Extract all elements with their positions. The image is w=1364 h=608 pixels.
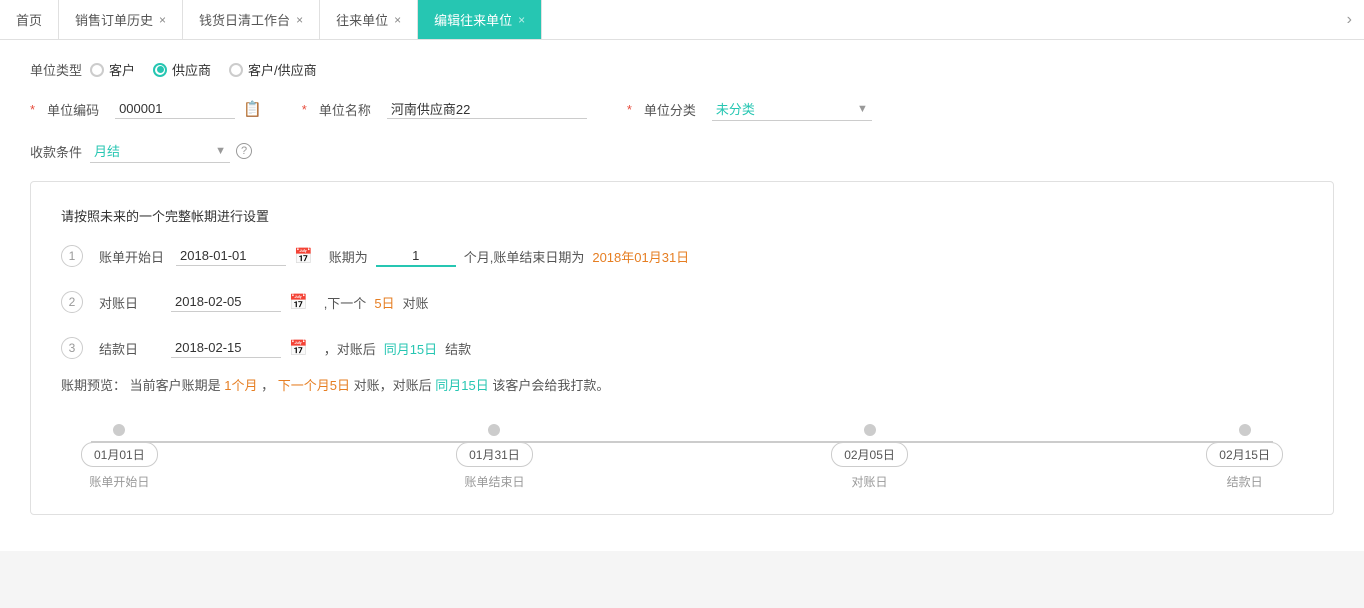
step-3-text1: ，对账后 — [324, 339, 376, 358]
step-3-text2: 结款 — [445, 339, 471, 358]
preview-text2: ， — [261, 378, 274, 393]
tab-partner-close[interactable]: × — [394, 13, 401, 27]
step-1-label: 账单开始日 — [99, 247, 164, 266]
timeline-dot-2 — [864, 424, 876, 436]
tab-sales-history-close[interactable]: × — [159, 13, 166, 27]
timeline-desc-0: 账单开始日 — [89, 473, 149, 490]
preview-highlight1: 1个月 — [224, 378, 257, 393]
step-3-number: 3 — [61, 337, 83, 359]
timeline-dot-1 — [488, 424, 500, 436]
preview-text4: 该客户会给我打款。 — [492, 378, 609, 393]
step-2-text1: ,下一个 — [324, 293, 367, 312]
timeline-desc-3: 结款日 — [1227, 473, 1263, 490]
payment-terms-row: 收款条件 月结 ▼ ? — [30, 139, 1334, 163]
radio-supplier[interactable]: 供应商 — [153, 60, 211, 79]
step-2-row: 2 对账日 📅 ,下一个 5日 对账 — [61, 291, 1303, 313]
step-3-cal-icon[interactable]: 📅 — [289, 339, 308, 357]
unit-category-value: 未分类 — [716, 99, 851, 118]
radio-supplier-circle — [153, 63, 167, 77]
step-1-number: 1 — [61, 245, 83, 267]
timeline-container: 01月01日 账单开始日 01月31日 账单结束日 02月05日 对账日 02月… — [61, 414, 1303, 490]
unit-code-input[interactable] — [115, 99, 235, 119]
step-3-label: 结款日 — [99, 339, 159, 358]
payment-terms-help-icon[interactable]: ? — [236, 143, 252, 159]
unit-code-copy-icon[interactable]: 📋 — [243, 100, 262, 118]
timeline-nodes: 01月01日 账单开始日 01月31日 账单结束日 02月05日 对账日 02月… — [81, 424, 1283, 490]
timeline-desc-1: 账单结束日 — [464, 473, 524, 490]
unit-category-group: * 单位分类 未分类 ▼ — [627, 97, 872, 121]
timeline-dot-0 — [113, 424, 125, 436]
tab-edit-partner[interactable]: 编辑往来单位 × — [418, 0, 542, 39]
unit-name-label: 单位名称 — [319, 100, 371, 119]
unit-name-group: * 单位名称 — [302, 99, 587, 119]
unit-category-arrow-icon: ▼ — [857, 103, 868, 115]
panel-title: 请按照未来的一个完整帐期进行设置 — [61, 206, 1303, 225]
preview-section: 账期预览： 当前客户账期是 1个月 ， 下一个月5日 对账，对账后 同月15日 … — [61, 375, 1303, 394]
tab-partner[interactable]: 往来单位 × — [320, 0, 418, 39]
step-1-date-input[interactable] — [176, 246, 286, 266]
radio-both[interactable]: 客户/供应商 — [229, 60, 317, 79]
step-3-date-input[interactable] — [171, 338, 281, 358]
unit-name-required: * — [302, 102, 307, 117]
tab-cashflow[interactable]: 钱货日清工作台 × — [183, 0, 320, 39]
step-2-number: 2 — [61, 291, 83, 313]
payment-terms-arrow-icon: ▼ — [215, 145, 226, 157]
payment-terms-label: 收款条件 — [30, 142, 82, 161]
step-1-period-input[interactable] — [376, 246, 456, 267]
billing-period-panel: 请按照未来的一个完整帐期进行设置 1 账单开始日 📅 账期为 个月,账单结束日期… — [30, 181, 1334, 515]
unit-code-label: 单位编码 — [47, 100, 99, 119]
tab-more-button[interactable]: › — [1335, 11, 1364, 29]
timeline-node-0: 01月01日 账单开始日 — [81, 424, 158, 490]
tab-bar: 首页 销售订单历史 × 钱货日清工作台 × 往来单位 × 编辑往来单位 × › — [0, 0, 1364, 40]
step-3-row: 3 结款日 📅 ，对账后 同月15日 结款 — [61, 337, 1303, 359]
tab-cashflow-close[interactable]: × — [296, 13, 303, 27]
step-1-date-highlight: 2018年01月31日 — [592, 247, 689, 266]
unit-type-row: 单位类型 客户 供应商 客户/供应商 — [30, 60, 1334, 79]
step-1-text1: 账期为 — [329, 247, 368, 266]
tab-home[interactable]: 首页 — [0, 0, 59, 39]
preview-text1: 当前客户账期是 — [130, 378, 221, 393]
step-3-highlight1: 同月15日 — [384, 339, 437, 358]
step-1-cal-icon[interactable]: 📅 — [294, 247, 313, 265]
tab-sales-history[interactable]: 销售订单历史 × — [59, 0, 183, 39]
timeline-label-1: 01月31日 — [456, 442, 533, 467]
timeline-node-3: 02月15日 结款日 — [1206, 424, 1283, 490]
step-2-label: 对账日 — [99, 293, 159, 312]
step-2-cal-icon[interactable]: 📅 — [289, 293, 308, 311]
unit-category-required: * — [627, 102, 632, 117]
unit-name-input[interactable] — [387, 99, 587, 119]
unit-type-label: 单位类型 — [30, 60, 82, 79]
timeline-label-0: 01月01日 — [81, 442, 158, 467]
unit-code-required: * — [30, 102, 35, 117]
timeline-label-2: 02月05日 — [831, 442, 908, 467]
radio-customer[interactable]: 客户 — [90, 60, 135, 79]
unit-info-row: * 单位编码 📋 * 单位名称 * 单位分类 未分类 ▼ — [30, 97, 1334, 121]
preview-text3: 对账，对账后 — [354, 378, 432, 393]
timeline-desc-2: 对账日 — [852, 473, 888, 490]
payment-terms-dropdown[interactable]: 月结 ▼ — [90, 139, 230, 163]
main-content: 单位类型 客户 供应商 客户/供应商 * 单位编码 📋 * 单位名称 — [0, 40, 1364, 551]
step-1-row: 1 账单开始日 📅 账期为 个月,账单结束日期为 2018年01月31日 — [61, 245, 1303, 267]
tab-edit-partner-close[interactable]: × — [518, 13, 525, 27]
step-2-highlight1: 5日 — [374, 293, 394, 312]
step-2-text2: 对账 — [403, 293, 429, 312]
preview-label: 账期预览： — [61, 378, 126, 393]
preview-highlight3: 同月15日 — [435, 378, 488, 393]
timeline-node-2: 02月05日 对账日 — [831, 424, 908, 490]
unit-category-dropdown[interactable]: 未分类 ▼ — [712, 97, 872, 121]
payment-terms-value: 月结 — [94, 141, 209, 160]
unit-code-group: * 单位编码 📋 — [30, 99, 262, 119]
timeline-label-3: 02月15日 — [1206, 442, 1283, 467]
step-2-date-input[interactable] — [171, 292, 281, 312]
radio-customer-circle — [90, 63, 104, 77]
step-1-text2: 个月,账单结束日期为 — [464, 247, 585, 266]
timeline-node-1: 01月31日 账单结束日 — [456, 424, 533, 490]
unit-type-radio-group: 客户 供应商 客户/供应商 — [90, 60, 317, 79]
timeline-dot-3 — [1239, 424, 1251, 436]
radio-both-circle — [229, 63, 243, 77]
preview-highlight2: 下一个月5日 — [278, 378, 350, 393]
unit-category-label: 单位分类 — [644, 100, 696, 119]
